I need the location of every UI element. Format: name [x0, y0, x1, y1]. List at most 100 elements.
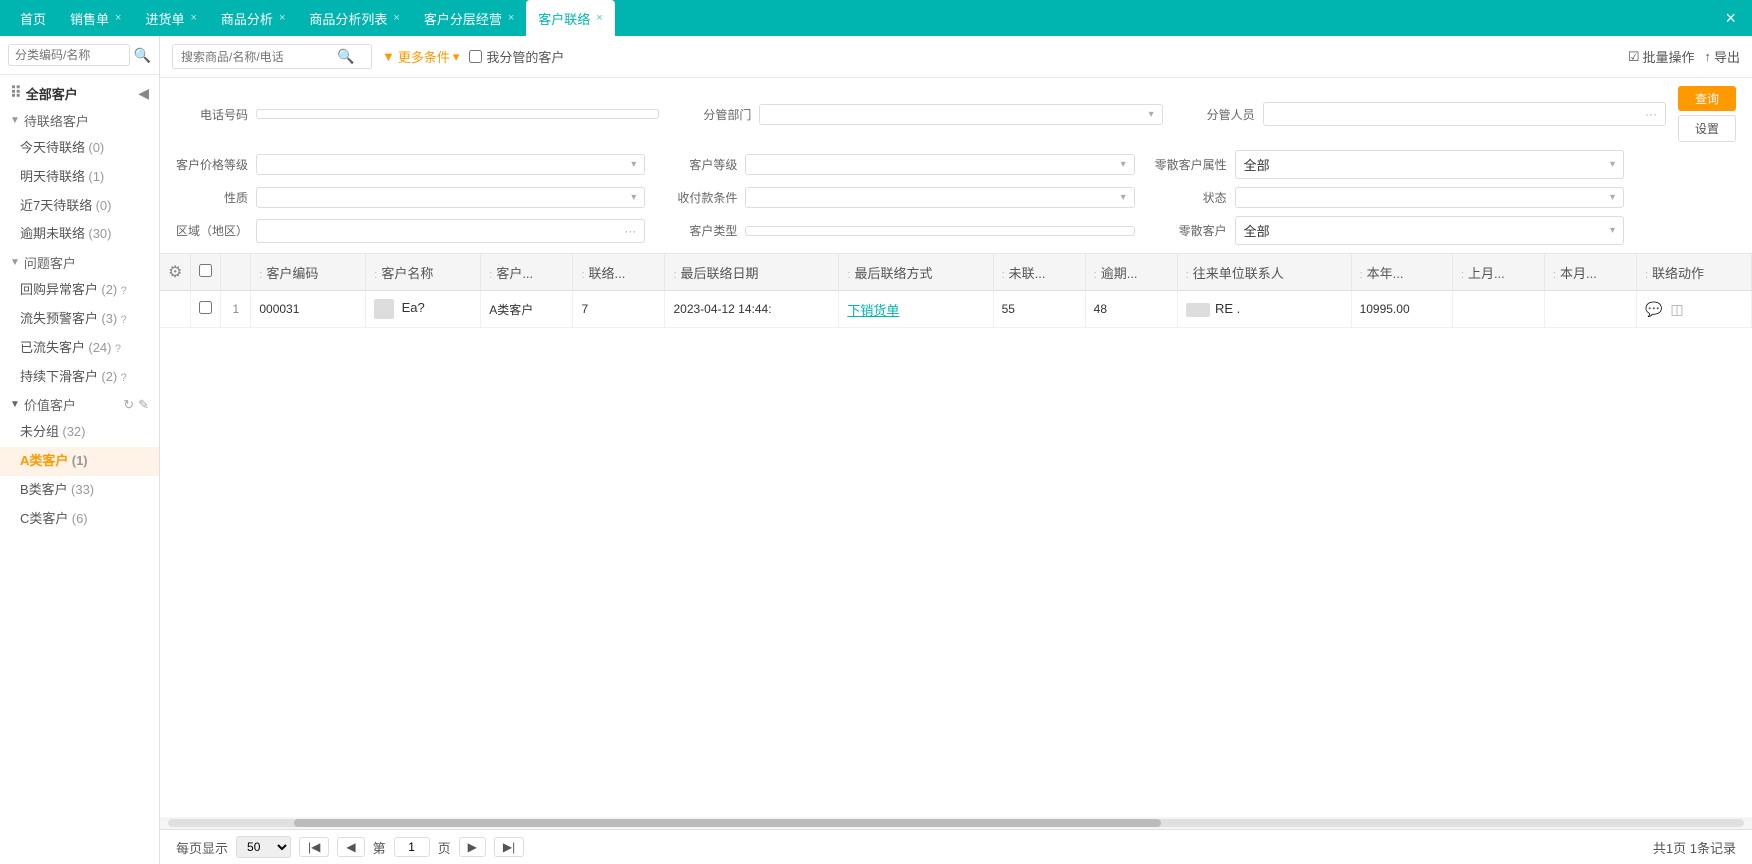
filter-input-price-grade[interactable]: ▾ — [256, 154, 645, 175]
sidebar-item-class-c[interactable]: C类客户 (6) — [0, 505, 159, 534]
filter-input-dept[interactable]: ▾ — [759, 104, 1162, 125]
advanced-filter-panel: 电话号码 分管部门 ▾ 分管人员 ··· — [160, 78, 1752, 254]
horizontal-scrollbar[interactable] — [160, 817, 1752, 829]
col-customer-code: :客户编码 — [251, 254, 366, 291]
nav-tab-customer-contact[interactable]: 客户联络 × — [526, 0, 614, 36]
sidebar-item-7days[interactable]: 近7天待联络 (0) — [0, 192, 159, 221]
nav-tab-customer-tier[interactable]: 客户分层经营 × — [412, 0, 526, 36]
filter-input-payment[interactable]: ▾ — [745, 187, 1134, 208]
sidebar-item-class-b[interactable]: B类客户 (33) — [0, 476, 159, 505]
close-tab-sales[interactable]: × — [115, 12, 121, 24]
filter-field-payment: 收付款条件 ▾ — [665, 187, 1134, 208]
select-all-checkbox[interactable] — [199, 264, 212, 277]
filter-input-retail-customer[interactable]: 全部 ▾ — [1235, 216, 1624, 245]
main-layout: 🔍 ⠿ 全部客户 ◀ ▼ 待联络客户 今天待联络 (0) 明天待联络 (1) 近… — [0, 36, 1752, 864]
filter-row-1: 电话号码 分管部门 ▾ 分管人员 ··· — [176, 86, 1736, 142]
prev-page-button[interactable]: ◀ — [337, 837, 364, 857]
export-icon: ↑ — [1704, 49, 1711, 64]
filter-input-status[interactable]: ▾ — [1235, 187, 1624, 208]
page-number-input[interactable] — [394, 837, 430, 857]
table-settings-icon[interactable]: ⚙ — [168, 264, 182, 281]
filter-search-icon[interactable]: 🔍 — [337, 48, 354, 65]
filter-more-button[interactable]: ▼ 更多条件 ▾ — [382, 47, 459, 66]
top-nav: 首页 销售单 × 进货单 × 商品分析 × 商品分析列表 × 客户分层经营 × … — [0, 0, 1752, 36]
nav-tab-purchase[interactable]: 进货单 × — [133, 0, 208, 36]
page-size-label: 每页显示 — [176, 838, 228, 857]
filter-label-customer-type: 客户类型 — [665, 222, 745, 239]
sidebar-section-pending[interactable]: ▼ 待联络客户 — [0, 107, 159, 134]
sidebar-item-ungrouped[interactable]: 未分组 (32) — [0, 418, 159, 447]
nav-tab-goods[interactable]: 商品分析 × — [209, 0, 297, 36]
batch-ops-button[interactable]: ☑ 批量操作 — [1628, 47, 1695, 66]
filter-label-price-grade: 客户价格等级 — [176, 156, 256, 173]
row-checkbox[interactable] — [199, 301, 212, 314]
sidebar-header: ⠿ 全部客户 ◀ — [0, 75, 159, 107]
export-button[interactable]: ↑ 导出 — [1704, 47, 1740, 66]
settings-button[interactable]: 设置 — [1678, 115, 1736, 142]
filter-input-customer-grade[interactable]: ▾ — [745, 154, 1134, 175]
page-label: 第 — [373, 838, 386, 857]
value-edit-icon[interactable]: ✎ — [138, 397, 149, 413]
filter-input-nature[interactable]: ▾ — [256, 187, 645, 208]
sidebar-section-problem[interactable]: ▼ 问题客户 — [0, 249, 159, 276]
close-tab-customer-contact[interactable]: × — [596, 12, 602, 24]
close-tab-goods[interactable]: × — [279, 12, 285, 24]
page-size-select[interactable]: 50 100 — [236, 836, 291, 858]
nav-tab-goods-list[interactable]: 商品分析列表 × — [297, 0, 411, 36]
value-refresh-icon[interactable]: ↻ — [123, 397, 134, 413]
customer-table: ⚙ :客户编码 :客户名称 :客户... — [160, 254, 1752, 328]
filter-input-person[interactable]: ··· — [1263, 102, 1666, 126]
sidebar-item-class-a[interactable]: A类客户 (1) — [0, 447, 159, 476]
sidebar-collapse-button[interactable]: ◀ — [138, 85, 149, 102]
sidebar-search-input[interactable] — [8, 44, 130, 66]
close-tab-purchase[interactable]: × — [190, 12, 196, 24]
filter-label-retail-customer: 零散客户 — [1155, 222, 1235, 239]
total-page-label: 页 — [438, 838, 451, 857]
my-customers-checkbox[interactable]: 我分管的客户 — [469, 47, 564, 66]
sidebar-item-churned[interactable]: 已流失客户 (24) ? — [0, 334, 159, 363]
filter-input-customer-type[interactable] — [745, 226, 1134, 236]
filter-label-customer-grade: 客户等级 — [665, 156, 745, 173]
nav-home[interactable]: 首页 — [8, 9, 58, 28]
filter-input-phone[interactable] — [256, 109, 659, 119]
sidebar-item-churn-warning[interactable]: 流失预警客户 (3) ? — [0, 305, 159, 334]
help-icon-churn-warning: ? — [121, 314, 127, 326]
chat-action-icon[interactable]: 💬 — [1645, 301, 1662, 318]
sidebar-item-overdue[interactable]: 逾期未联络 (30) — [0, 220, 159, 249]
sidebar-item-tomorrow[interactable]: 明天待联络 (1) — [0, 163, 159, 192]
sidebar-item-repurchase-abnormal[interactable]: 回购异常客户 (2) ? — [0, 276, 159, 305]
first-page-button[interactable]: |◀ — [299, 837, 329, 857]
sidebar-item-today[interactable]: 今天待联络 (0) — [0, 134, 159, 163]
filter-input-retail-attr[interactable]: 全部 ▾ — [1235, 150, 1624, 179]
sidebar-search-icon[interactable]: 🔍 — [134, 47, 151, 64]
my-customers-checkbox-input[interactable] — [469, 50, 482, 63]
col-contact-count: :联络... — [573, 254, 665, 291]
section-arrow-pending: ▼ — [10, 115, 20, 126]
filter-search-input[interactable] — [181, 50, 331, 64]
close-tab-goods-list[interactable]: × — [393, 12, 399, 24]
cell-checkbox — [191, 291, 221, 328]
last-contact-method-link[interactable]: 下销货单 — [847, 303, 899, 318]
action-icons: 💬 ◫ — [1645, 301, 1743, 318]
chevron-down-retail-customer: ▾ — [1610, 225, 1615, 236]
sidebar-section-value[interactable]: ▼ 价值客户 ↻ ✎ — [0, 391, 159, 418]
dots-icon-person: ··· — [1645, 107, 1657, 121]
scrollbar-track — [168, 819, 1744, 827]
filter-search-box[interactable]: 🔍 — [172, 44, 372, 69]
scrollbar-thumb[interactable] — [294, 819, 1161, 827]
sidebar-item-declining[interactable]: 持续下滑客户 (2) ? — [0, 363, 159, 392]
help-icon-churned: ? — [115, 343, 121, 355]
help-icon-declining: ? — [121, 372, 127, 384]
query-button[interactable]: 查询 — [1678, 86, 1736, 111]
cell-name: Ea? — [366, 291, 481, 328]
filter-input-region[interactable]: ··· — [256, 219, 645, 243]
window-close-button[interactable]: × — [1717, 8, 1744, 29]
filter-field-customer-grade: 客户等级 ▾ — [665, 154, 1134, 175]
nav-tab-sales[interactable]: 销售单 × — [58, 0, 133, 36]
next-page-button[interactable]: ▶ — [459, 837, 486, 857]
filter-icon: ▼ — [382, 49, 395, 64]
close-tab-customer-tier[interactable]: × — [508, 12, 514, 24]
cell-gear — [160, 291, 191, 328]
last-page-button[interactable]: ▶| — [494, 837, 524, 857]
qr-action-icon[interactable]: ◫ — [1670, 301, 1683, 318]
